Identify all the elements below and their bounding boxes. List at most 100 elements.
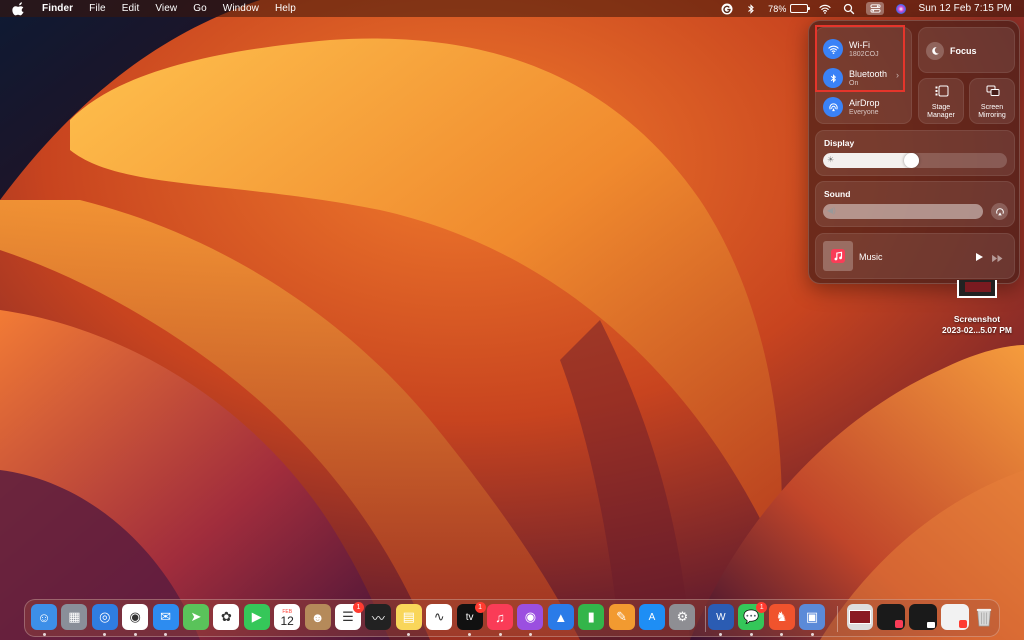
dock-app-mail[interactable]: ✉ [152, 604, 179, 630]
display-brightness-knob[interactable] [903, 153, 919, 168]
dock-trash[interactable] [971, 604, 997, 630]
screen-mirroring-tile[interactable]: Screen Mirroring [969, 78, 1015, 124]
sound-label: Sound [824, 189, 851, 199]
menu-go[interactable]: Go [193, 3, 207, 14]
dock-app-launchpad[interactable]: ▦ [61, 604, 88, 630]
dock-badge-tv: 1 [474, 602, 486, 613]
dock-running-indicator [719, 633, 723, 636]
dock-minimized-window-2[interactable] [877, 604, 905, 630]
menu-help[interactable]: Help [275, 3, 296, 14]
dock-app-safari[interactable]: ◎ [91, 604, 118, 630]
dock-minimized-window-4[interactable] [941, 604, 969, 630]
dock-app-system-settings[interactable]: ⚙ [669, 604, 696, 630]
dock-app-facetime[interactable]: ▶ [243, 604, 270, 630]
finder-icon: ☺ [37, 609, 51, 625]
sound-tile: Sound ◀) [815, 181, 1015, 227]
stage-manager-icon [935, 85, 949, 97]
sound-volume-slider[interactable]: ◀) [823, 204, 983, 219]
pages-icon: ✎ [616, 609, 628, 624]
dock-app-numbers[interactable]: ▮ [578, 604, 605, 630]
stage-manager-label-line1: Stage [931, 104, 951, 111]
next-track-button[interactable] [991, 250, 1004, 268]
dock-running-indicator [164, 633, 168, 636]
dock-app-chrome[interactable]: ◉ [122, 604, 149, 630]
app-menu-finder[interactable]: Finder [42, 3, 73, 14]
bluetooth-chevron-icon[interactable]: › [896, 70, 899, 80]
dock-app-word[interactable]: W [707, 604, 734, 630]
dock-app-maps[interactable]: ➤ [183, 604, 209, 630]
menu-bar-clock[interactable]: Sun 12 Feb 7:15 PM [918, 3, 1012, 14]
dock-app-keynote[interactable]: ▲ [547, 604, 574, 630]
dock-app-photos[interactable]: ✿ [213, 604, 240, 630]
numbers-icon: ▮ [587, 609, 595, 624]
bluetooth-label: Bluetooth [849, 68, 888, 79]
wifi-icon [823, 39, 843, 59]
dock-badge-reminders: 1 [353, 602, 364, 613]
stage-manager-label-line2: Manager [927, 112, 955, 119]
screen-mirroring-label-line2: Mirroring [978, 112, 1006, 119]
screen-mirroring-label: Screen Mirroring [970, 104, 1014, 120]
screen-mirroring-icon [986, 85, 1000, 96]
dock-app-finder[interactable]: ☺ [31, 604, 57, 630]
dock-running-indicator [468, 633, 472, 636]
dock-app-contacts[interactable]: ☻ [304, 604, 331, 630]
dock-app-app-store[interactable]: A [639, 604, 665, 630]
music-icon: ♫ [495, 609, 505, 625]
dock-minimized-window-1[interactable] [847, 604, 873, 630]
dock-app-preview[interactable]: ▣ [799, 604, 825, 630]
battery-status[interactable]: 78% [768, 3, 811, 14]
dock-app-pages[interactable]: ✎ [608, 604, 635, 630]
dock-app-calendar[interactable]: FEB 12 [274, 604, 301, 630]
battery-percent: 78% [768, 3, 787, 14]
airdrop-status: Everyone [849, 108, 879, 116]
airdrop-toggle[interactable]: AirDrop Everyone [823, 97, 880, 117]
menu-edit[interactable]: Edit [122, 3, 140, 14]
wifi-network-name: 1802COJ [849, 50, 879, 58]
screen-mirroring-label-line1: Screen [980, 104, 1004, 111]
menu-bar: Finder File Edit View Go Window Help 78%… [0, 0, 1024, 17]
control-center-panel: Wi-Fi 1802COJ Bluetooth On AirDrop Every… [808, 20, 1020, 284]
menu-view[interactable]: View [155, 3, 177, 14]
grammarly-icon[interactable] [720, 2, 734, 16]
notes-icon: ▤ [402, 609, 415, 624]
chrome-icon: ◉ [129, 609, 141, 624]
dock-separator [837, 606, 838, 632]
keynote-icon: ▲ [554, 609, 568, 625]
tv-icon: tv [465, 611, 474, 623]
dock-minimized-window-3[interactable] [909, 604, 937, 630]
dock-app-freeform[interactable]: 〰 [365, 604, 392, 630]
app-store-icon: A [648, 611, 656, 623]
airplay-audio-button[interactable] [991, 203, 1008, 220]
control-center-icon[interactable] [866, 2, 885, 15]
play-icon [976, 253, 983, 261]
focus-tile[interactable]: Focus [918, 27, 1015, 73]
bluetooth-toggle[interactable]: Bluetooth On [823, 68, 887, 88]
menu-window[interactable]: Window [223, 3, 259, 14]
stage-manager-tile[interactable]: Stage Manager [918, 78, 964, 124]
spotlight-search-icon[interactable] [842, 2, 856, 16]
airdrop-label: AirDrop [849, 97, 880, 108]
wifi-status-icon[interactable] [818, 2, 832, 16]
airdrop-icon [823, 97, 843, 117]
wifi-toggle[interactable]: Wi-Fi 1802COJ [823, 39, 879, 59]
trash-icon [976, 608, 992, 627]
dock-app-stocks[interactable]: ∿ [426, 604, 453, 630]
menu-file[interactable]: File [89, 3, 106, 14]
dock-app-podcasts[interactable]: ◉ [517, 604, 544, 630]
photos-icon: ✿ [220, 609, 232, 624]
apple-menu-icon[interactable] [12, 1, 26, 16]
desktop-file-name-line1: Screenshot [953, 314, 1001, 324]
dock-app-music[interactable]: ♫ [487, 604, 513, 630]
dock-running-indicator [42, 633, 46, 636]
screenshot-thumbnail [957, 280, 997, 298]
facetime-icon: ▶ [251, 609, 262, 624]
siri-icon[interactable] [894, 2, 908, 16]
bluetooth-status-icon[interactable] [744, 2, 758, 16]
mail-icon: ✉ [160, 609, 172, 624]
dock-app-brave[interactable]: ♞ [768, 604, 795, 630]
play-button[interactable] [974, 249, 984, 267]
dock-running-indicator [133, 633, 137, 636]
dock-app-notes[interactable]: ▤ [395, 604, 422, 630]
display-brightness-slider[interactable]: ☀ [823, 153, 1007, 168]
freeform-icon: 〰 [371, 610, 385, 626]
